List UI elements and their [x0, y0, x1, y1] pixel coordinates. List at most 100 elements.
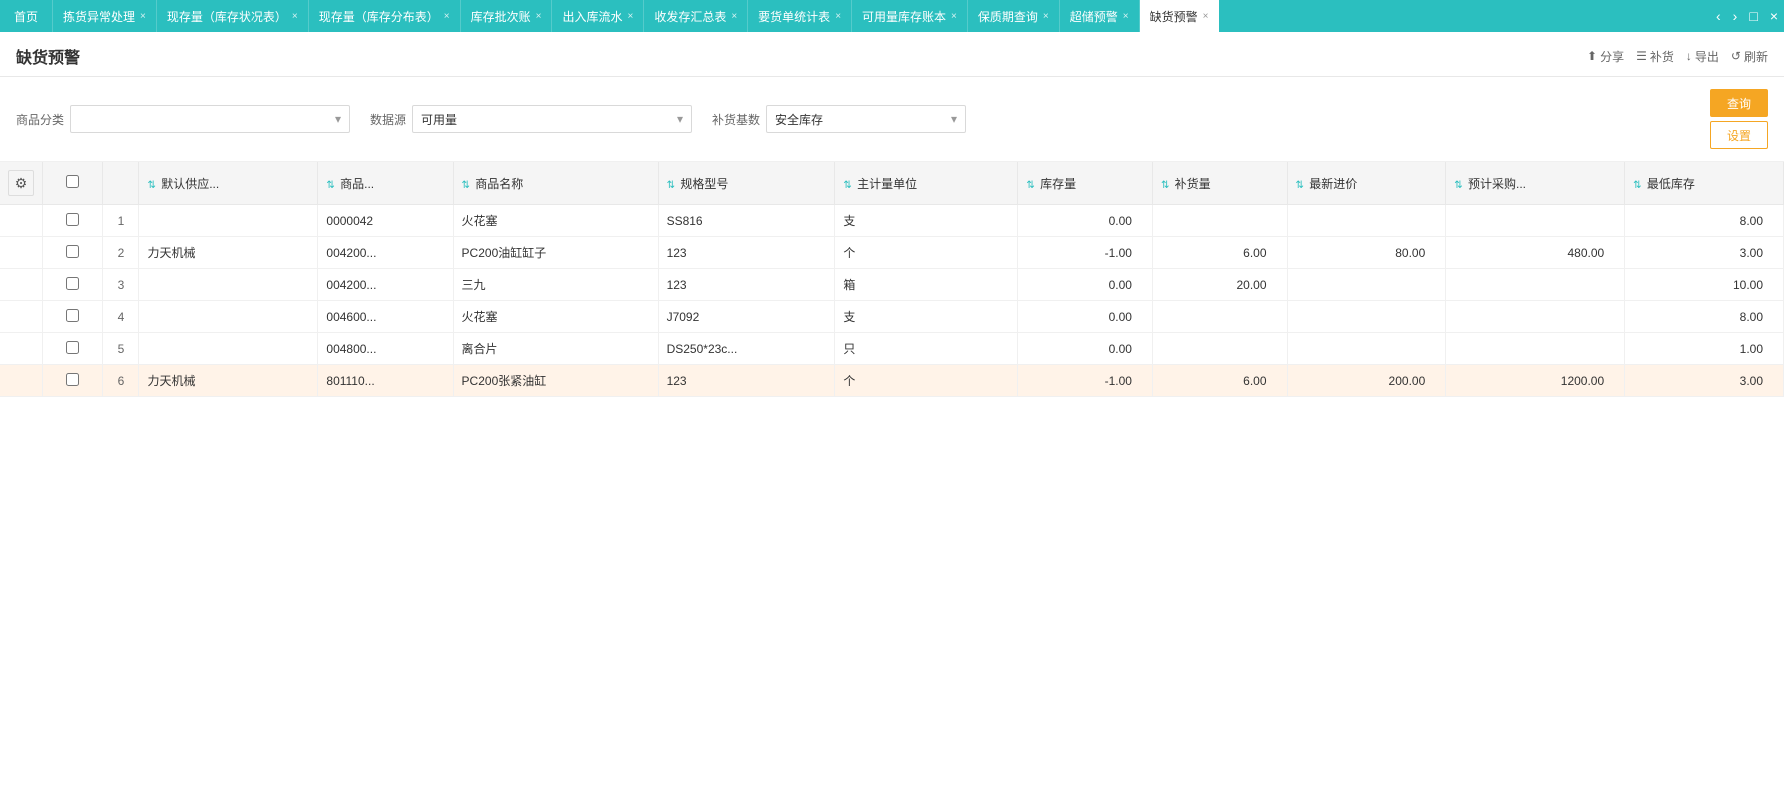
category-select[interactable]: ▾: [70, 105, 350, 133]
row-checkbox[interactable]: [66, 309, 79, 322]
tab-prev-button[interactable]: ‹: [1710, 0, 1727, 32]
row-replenish-cell: 6.00: [1152, 365, 1287, 397]
col-checkbox-all[interactable]: [43, 162, 103, 205]
tab-inventory-status[interactable]: 现存量（库存状况表） ×: [157, 0, 309, 32]
col-replenish[interactable]: ⇅ 补货量: [1152, 162, 1287, 205]
query-button[interactable]: 查询: [1710, 89, 1768, 117]
table-row: 6 力天机械 801110... PC200张紧油缸 123 个 -1.00 6…: [0, 365, 1784, 397]
row-checkbox[interactable]: [66, 213, 79, 226]
share-icon: ⬆: [1587, 49, 1597, 63]
col-min-stock[interactable]: ⇅ 最低库存: [1625, 162, 1784, 205]
col-num: [103, 162, 139, 205]
tab-close-button[interactable]: ×: [1764, 0, 1784, 32]
row-min-stock-cell: 10.00: [1625, 269, 1784, 301]
close-tab-picking[interactable]: ×: [140, 11, 146, 22]
row-spec-cell: J7092: [658, 301, 835, 333]
col-latest-price[interactable]: ⇅ 最新进价: [1287, 162, 1446, 205]
row-supplier-cell: [139, 333, 318, 365]
tab-expiry[interactable]: 保质期查询 ×: [968, 0, 1060, 32]
refresh-button[interactable]: ↺ 刷新: [1731, 48, 1768, 65]
tab-shortage[interactable]: 缺货预警 ×: [1140, 0, 1220, 32]
row-gear-cell: [0, 237, 43, 269]
close-tab-available-stock[interactable]: ×: [951, 11, 957, 22]
col-gear[interactable]: ⚙: [0, 162, 43, 205]
row-checkbox[interactable]: [66, 341, 79, 354]
close-tab-overstock[interactable]: ×: [1123, 11, 1129, 22]
row-estimated-cell: 480.00: [1446, 237, 1625, 269]
row-num-cell: 5: [103, 333, 139, 365]
replenish-button[interactable]: ☰ 补货: [1636, 48, 1674, 65]
row-min-stock-cell: 8.00: [1625, 301, 1784, 333]
share-button[interactable]: ⬆ 分享: [1587, 48, 1624, 65]
row-checkbox-cell[interactable]: [43, 269, 103, 301]
select-all-checkbox[interactable]: [66, 175, 79, 188]
close-tab-summary[interactable]: ×: [731, 11, 737, 22]
tab-next-button[interactable]: ›: [1727, 0, 1744, 32]
close-tab-inventory-status[interactable]: ×: [292, 11, 298, 22]
tab-restore-button[interactable]: □: [1743, 0, 1763, 32]
row-supplier-cell: 力天机械: [139, 365, 318, 397]
col-stock[interactable]: ⇅ 库存量: [1018, 162, 1153, 205]
table-row: 1 0000042 火花塞 SS816 支 0.00 8.00: [0, 205, 1784, 237]
sort-supplier-icon: ⇅: [147, 180, 155, 191]
close-tab-inout-flow[interactable]: ×: [627, 11, 633, 22]
row-min-stock-cell: 8.00: [1625, 205, 1784, 237]
col-code[interactable]: ⇅ 商品...: [318, 162, 453, 205]
export-button[interactable]: ↓ 导出: [1686, 48, 1719, 65]
close-tab-inventory-dist[interactable]: ×: [444, 11, 450, 22]
row-supplier-cell: [139, 269, 318, 301]
col-spec[interactable]: ⇅ 规格型号: [658, 162, 835, 205]
row-name-cell: 火花塞: [453, 301, 658, 333]
row-replenish-cell: [1152, 333, 1287, 365]
col-name[interactable]: ⇅ 商品名称: [453, 162, 658, 205]
row-spec-cell: DS250*23c...: [658, 333, 835, 365]
gear-settings-icon[interactable]: ⚙: [8, 170, 34, 196]
close-tab-shortage[interactable]: ×: [1203, 11, 1209, 22]
tab-inout-flow[interactable]: 出入库流水 ×: [552, 0, 644, 32]
datasource-select-value: 可用量: [421, 111, 457, 128]
row-latest-price-cell: 200.00: [1287, 365, 1446, 397]
tab-overstock[interactable]: 超储预警 ×: [1060, 0, 1140, 32]
datasource-select[interactable]: 可用量 ▾: [412, 105, 692, 133]
sort-replenish-icon: ⇅: [1161, 180, 1169, 191]
row-latest-price-cell: [1287, 269, 1446, 301]
close-tab-expiry[interactable]: ×: [1043, 11, 1049, 22]
sort-spec-icon: ⇅: [667, 180, 675, 191]
tab-requisition[interactable]: 要货单统计表 ×: [748, 0, 852, 32]
row-gear-cell: [0, 365, 43, 397]
row-checkbox[interactable]: [66, 277, 79, 290]
row-checkbox[interactable]: [66, 245, 79, 258]
close-tab-batch-account[interactable]: ×: [536, 11, 542, 22]
row-spec-cell: 123: [658, 237, 835, 269]
row-name-cell: 三九: [453, 269, 658, 301]
settings-button[interactable]: 设置: [1710, 121, 1768, 149]
sort-name-icon: ⇅: [462, 180, 470, 191]
sort-stock-icon: ⇅: [1026, 180, 1034, 191]
col-unit[interactable]: ⇅ 主计量单位: [835, 162, 1018, 205]
tab-home[interactable]: 首页: [0, 0, 53, 32]
row-checkbox-cell[interactable]: [43, 301, 103, 333]
row-estimated-cell: 1200.00: [1446, 365, 1625, 397]
col-supplier[interactable]: ⇅ 默认供应...: [139, 162, 318, 205]
replenish-base-value: 安全库存: [775, 111, 823, 128]
col-estimated[interactable]: ⇅ 预计采购...: [1446, 162, 1625, 205]
row-name-cell: 火花塞: [453, 205, 658, 237]
tab-picking[interactable]: 拣货异常处理 ×: [53, 0, 157, 32]
sort-unit-icon: ⇅: [843, 180, 851, 191]
row-checkbox[interactable]: [66, 373, 79, 386]
tab-summary[interactable]: 收发存汇总表 ×: [644, 0, 748, 32]
tab-batch-account[interactable]: 库存批次账 ×: [461, 0, 553, 32]
row-unit-cell: 箱: [835, 269, 1018, 301]
row-min-stock-cell: 1.00: [1625, 333, 1784, 365]
tab-inventory-dist[interactable]: 现存量（库存分布表） ×: [309, 0, 461, 32]
row-stock-cell: 0.00: [1018, 205, 1153, 237]
row-checkbox-cell[interactable]: [43, 333, 103, 365]
row-checkbox-cell[interactable]: [43, 205, 103, 237]
row-checkbox-cell[interactable]: [43, 365, 103, 397]
row-estimated-cell: [1446, 205, 1625, 237]
tab-available-stock[interactable]: 可用量库存账本 ×: [852, 0, 968, 32]
row-checkbox-cell[interactable]: [43, 237, 103, 269]
row-latest-price-cell: [1287, 333, 1446, 365]
replenish-base-select[interactable]: 安全库存 ▾: [766, 105, 966, 133]
close-tab-requisition[interactable]: ×: [835, 11, 841, 22]
